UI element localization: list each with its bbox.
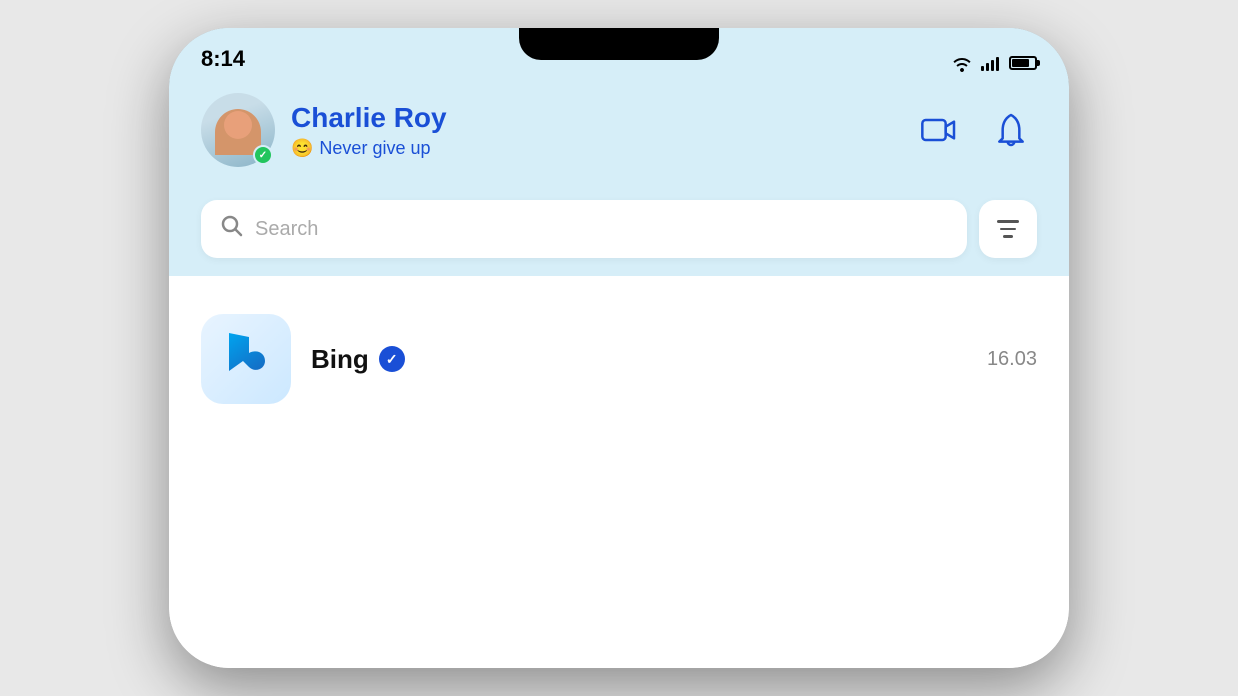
list-item[interactable]: Bing ✓ 16.03 [169,294,1069,424]
bing-logo [201,314,291,404]
profile-left: Charlie Roy 😊 Never give up [201,93,447,167]
filter-button[interactable] [979,200,1037,258]
verified-badge: ✓ [379,346,405,372]
status-emoji: 😊 [291,138,313,159]
status-text: Never give up [319,138,430,159]
verified-check-icon: ✓ [386,351,398,368]
battery-icon [1009,56,1037,70]
video-call-button[interactable] [913,104,965,156]
profile-section: Charlie Roy 😊 Never give up [201,93,1037,167]
profile-info: Charlie Roy 😊 Never give up [291,102,447,159]
filter-icon [997,220,1019,238]
profile-actions [913,104,1037,156]
phone-frame: 8:14 [169,28,1069,668]
chat-time: 16.03 [987,348,1037,371]
chat-name: Bing [311,344,369,375]
wifi-icon [951,54,973,72]
search-icon [221,215,243,243]
online-status-badge [253,145,273,165]
status-icons [951,54,1037,72]
chat-info: Bing ✓ [311,344,967,375]
profile-status: 😊 Never give up [291,138,447,159]
avatar[interactable] [201,93,275,167]
phone-screen: 8:14 [169,28,1069,668]
content-area: Bing ✓ 16.03 [169,276,1069,668]
search-section: Search [201,200,1037,258]
profile-name: Charlie Roy [291,102,447,134]
notch [519,28,719,60]
notifications-button[interactable] [985,104,1037,156]
search-placeholder: Search [255,218,318,241]
signal-bars-icon [981,55,999,71]
search-bar[interactable]: Search [201,200,967,258]
